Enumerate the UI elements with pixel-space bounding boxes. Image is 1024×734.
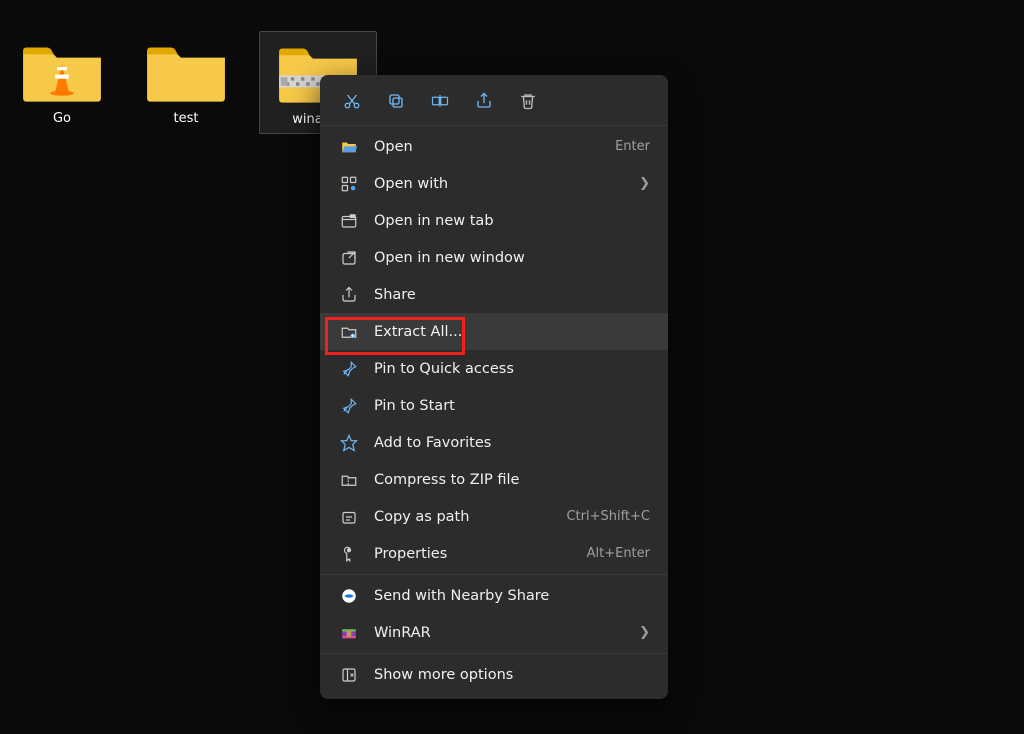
menu-label: WinRAR (374, 625, 639, 641)
menu-label: Pin to Start (374, 398, 650, 414)
menu-item-copy-as-path[interactable]: Copy as path Ctrl+Shift+C (320, 498, 668, 535)
menu-item-properties[interactable]: Properties Alt+Enter (320, 535, 668, 572)
folder-icon (136, 35, 236, 105)
separator (320, 653, 668, 654)
menu-item-open-new-tab[interactable]: Open in new tab (320, 202, 668, 239)
menu-label: Open in new window (374, 250, 650, 266)
share-icon[interactable] (474, 91, 494, 111)
chevron-right-icon: ❯ (639, 176, 650, 191)
menu-label: Send with Nearby Share (374, 588, 650, 604)
menu-item-extract-all[interactable]: Extract All... (320, 313, 668, 350)
menu-label: Pin to Quick access (374, 361, 650, 377)
context-menu: Open Enter Open with ❯ Open in new tab O… (320, 75, 668, 699)
menu-label: Share (374, 287, 650, 303)
menu-label: Compress to ZIP file (374, 472, 650, 488)
separator (320, 125, 668, 126)
menu-item-open-with[interactable]: Open with ❯ (320, 165, 668, 202)
menu-item-open-new-window[interactable]: Open in new window (320, 239, 668, 276)
menu-label: Properties (374, 546, 587, 562)
zip-icon (338, 469, 360, 491)
folder-label: Go (12, 111, 112, 126)
menu-shortcut: Alt+Enter (587, 546, 650, 561)
properties-icon (338, 543, 360, 565)
cut-icon[interactable] (342, 91, 362, 111)
delete-icon[interactable] (518, 91, 538, 111)
more-options-icon (338, 664, 360, 686)
nearby-share-icon (338, 585, 360, 607)
desktop-item-go[interactable]: Go (12, 35, 112, 126)
extract-icon (338, 321, 360, 343)
share-arrow-icon (338, 284, 360, 306)
window-new-icon (338, 247, 360, 269)
winrar-icon (338, 622, 360, 644)
menu-label: Add to Favorites (374, 435, 650, 451)
context-menu-toolbar (320, 81, 668, 123)
menu-item-add-favorites[interactable]: Add to Favorites (320, 424, 668, 461)
desktop: Go test (0, 0, 1024, 734)
menu-item-pin-quick-access[interactable]: Pin to Quick access (320, 350, 668, 387)
pin-icon (338, 358, 360, 380)
menu-item-pin-start[interactable]: Pin to Start (320, 387, 668, 424)
menu-item-share[interactable]: Share (320, 276, 668, 313)
menu-shortcut: Enter (615, 139, 650, 154)
menu-item-show-more-options[interactable]: Show more options (320, 656, 668, 693)
open-folder-icon (338, 136, 360, 158)
separator (320, 574, 668, 575)
folder-icon (12, 35, 112, 105)
pin-icon (338, 395, 360, 417)
menu-label: Open with (374, 176, 639, 192)
star-icon (338, 432, 360, 454)
menu-label: Open in new tab (374, 213, 650, 229)
menu-label: Open (374, 139, 615, 155)
menu-item-compress-zip[interactable]: Compress to ZIP file (320, 461, 668, 498)
menu-label: Show more options (374, 667, 650, 683)
menu-item-nearby-share[interactable]: Send with Nearby Share (320, 577, 668, 614)
copy-path-icon (338, 506, 360, 528)
chevron-right-icon: ❯ (639, 625, 650, 640)
rename-icon[interactable] (430, 91, 450, 111)
desktop-item-test[interactable]: test (136, 35, 236, 126)
menu-item-winrar[interactable]: WinRAR ❯ (320, 614, 668, 651)
tab-icon (338, 210, 360, 232)
menu-label: Extract All... (374, 324, 650, 340)
open-with-icon (338, 173, 360, 195)
folder-label: test (136, 111, 236, 126)
menu-shortcut: Ctrl+Shift+C (566, 509, 650, 524)
menu-item-open[interactable]: Open Enter (320, 128, 668, 165)
menu-label: Copy as path (374, 509, 566, 525)
copy-icon[interactable] (386, 91, 406, 111)
